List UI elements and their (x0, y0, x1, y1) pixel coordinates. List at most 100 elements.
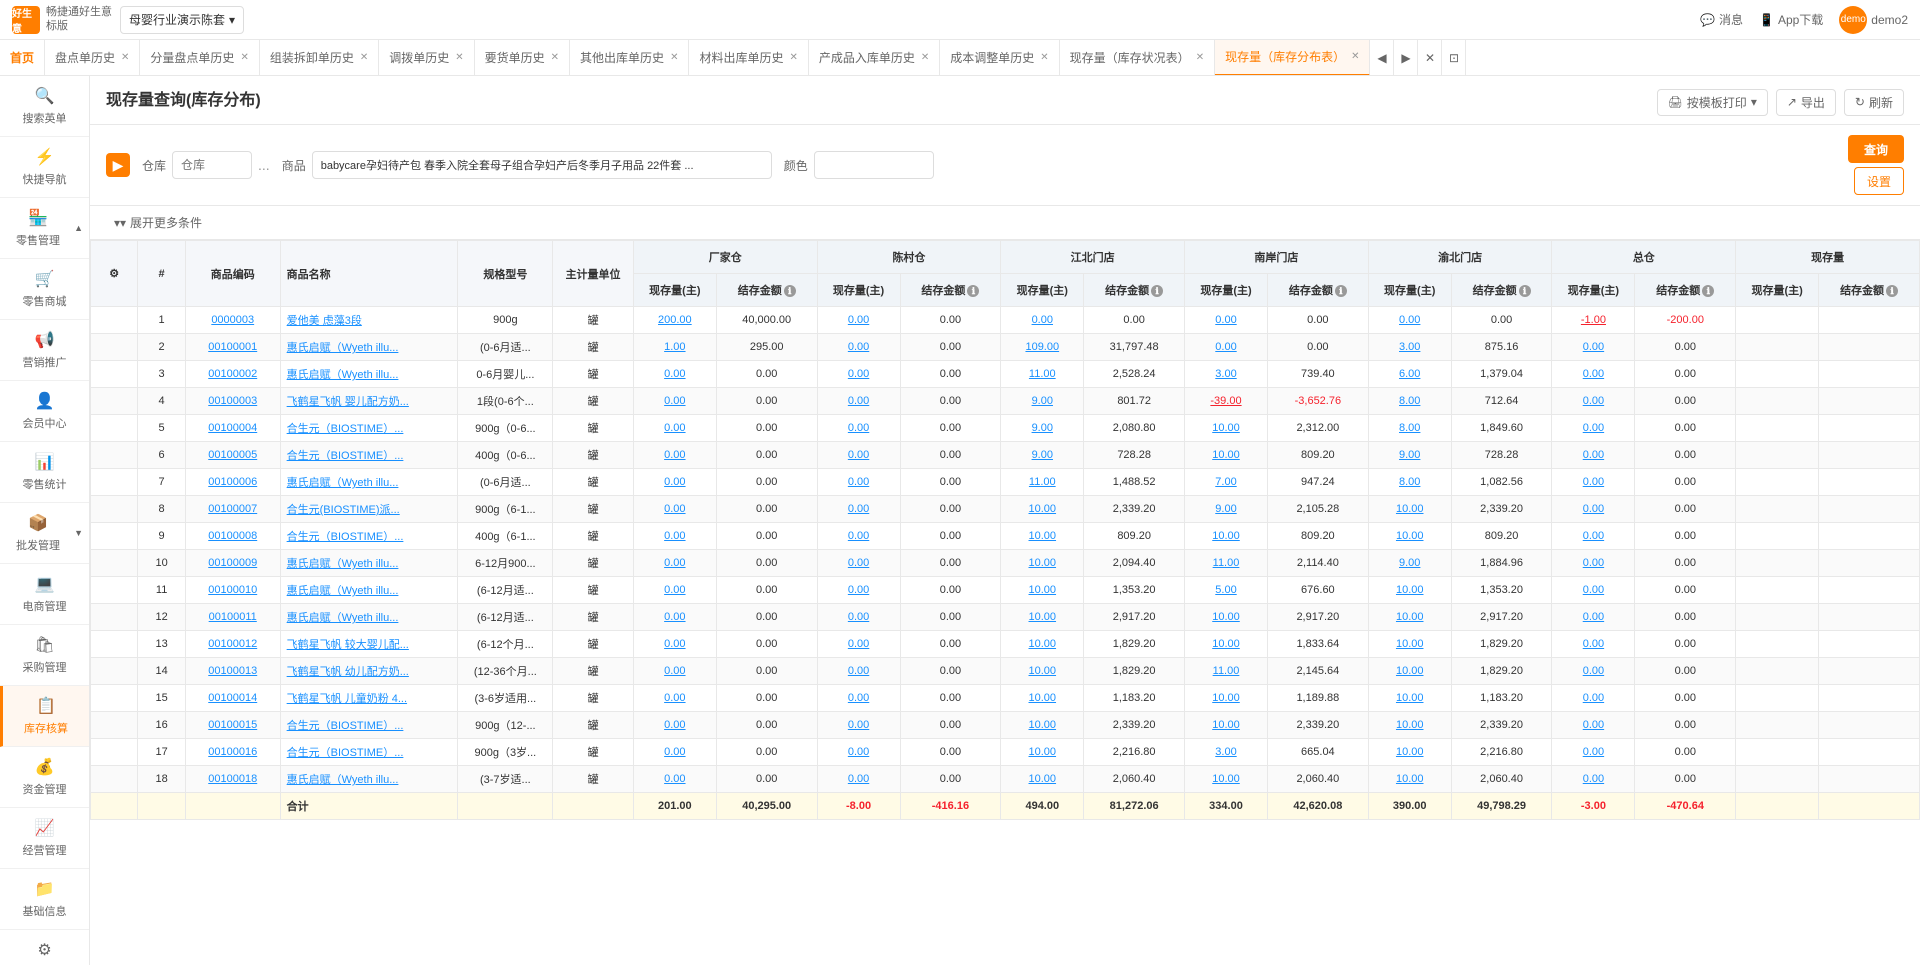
tab-home[interactable]: 首页 (0, 40, 45, 76)
product-code-cell[interactable]: 00100005 (185, 442, 280, 469)
product-name-cell[interactable]: 飞鹤星飞帆 较大婴儿配... (280, 631, 458, 658)
tab-otherout[interactable]: 其他出库单历史 ✕ (570, 40, 689, 76)
sidebar-item-search[interactable]: 🔍 搜索英单 (0, 76, 89, 137)
product-name-cell[interactable]: 惠氏启赋（Wyeth illu... (280, 577, 458, 604)
product-name-cell[interactable]: 惠氏启赋（Wyeth illu... (280, 766, 458, 793)
info-icon[interactable]: ℹ (1702, 285, 1714, 297)
product-input[interactable] (312, 151, 772, 179)
sidebar-item-finance[interactable]: 💰 资金管理 (0, 747, 89, 808)
sidebar-item-basics[interactable]: 📁 基础信息 (0, 869, 89, 930)
warehouse-dots[interactable]: ... (258, 157, 270, 173)
close-icon[interactable]: ✕ (455, 52, 463, 63)
sidebar-item-inventory[interactable]: 📋 库存核算 (0, 686, 89, 747)
close-icon[interactable]: ✕ (1040, 52, 1048, 63)
sidebar-item-marketing[interactable]: 📢 营销推广 (0, 320, 89, 381)
product-name-cell[interactable]: 惠氏启赋（Wyeth illu... (280, 469, 458, 496)
search-button[interactable]: 查询 (1848, 135, 1904, 163)
close-icon[interactable]: ✕ (789, 52, 797, 63)
close-icon[interactable]: ✕ (551, 52, 559, 63)
product-code-cell[interactable]: 00100006 (185, 469, 280, 496)
sidebar-item-shortcut[interactable]: ⚡ 快捷导航 (0, 137, 89, 198)
tab-menu-button[interactable]: ⊡ (1442, 40, 1466, 76)
sidebar-item-retail-mgmt[interactable]: 🏪 零售管理 ▲ (0, 198, 89, 259)
product-code-cell[interactable]: 00100018 (185, 766, 280, 793)
product-code-cell[interactable]: 00100003 (185, 388, 280, 415)
info-icon[interactable]: ℹ (1886, 285, 1898, 297)
color-input[interactable] (814, 151, 934, 179)
tab-splitstock[interactable]: 分量盘点单历史 ✕ (140, 40, 259, 76)
sidebar-item-retail-stats[interactable]: 📊 零售统计 (0, 442, 89, 503)
product-code-cell[interactable]: 00100007 (185, 496, 280, 523)
info-icon[interactable]: ℹ (1151, 285, 1163, 297)
sidebar-item-wholesale[interactable]: 📦 批发管理 ▼ (0, 503, 89, 564)
print-button[interactable]: 🖨 按模板打印 ▾ (1657, 89, 1768, 116)
tab-next-button[interactable]: ▶ (1394, 40, 1418, 76)
tab-stockdist[interactable]: 现存量（库存分布表） ✕ (1215, 40, 1370, 76)
info-icon[interactable]: ℹ (1519, 285, 1531, 297)
product-code-cell[interactable]: 00100013 (185, 658, 280, 685)
product-name-cell[interactable]: 飞鹤星飞帆 婴儿配方奶... (280, 388, 458, 415)
tab-stocklist[interactable]: 盘点单历史 ✕ (45, 40, 140, 76)
tab-stockstatus[interactable]: 现存量（库存状况表） ✕ (1060, 40, 1215, 76)
sidebar-item-purchase[interactable]: 🛍 采购管理 (0, 625, 89, 686)
close-icon[interactable]: ✕ (670, 52, 678, 63)
product-code-cell[interactable]: 00100016 (185, 739, 280, 766)
close-icon[interactable]: ✕ (1196, 52, 1204, 63)
tab-allocation[interactable]: 调拨单历史 ✕ (379, 40, 474, 76)
close-icon[interactable]: ✕ (360, 52, 368, 63)
sidebar-item-system[interactable]: ⚙ 系统管理 (0, 930, 89, 965)
tab-productionin[interactable]: 产成品入库单历史 ✕ (809, 40, 940, 76)
product-code-cell[interactable]: 00100002 (185, 361, 280, 388)
info-icon[interactable]: ℹ (1335, 285, 1347, 297)
tab-combodisassemble[interactable]: 组装拆卸单历史 ✕ (260, 40, 379, 76)
product-name-cell[interactable]: 飞鹤星飞帆 幼儿配方奶... (280, 658, 458, 685)
app-download-button[interactable]: 📱 App下载 (1759, 11, 1823, 28)
product-code-cell[interactable]: 00100001 (185, 334, 280, 361)
tab-close-all-button[interactable]: ✕ (1418, 40, 1442, 76)
product-code-cell[interactable]: 0000003 (185, 307, 280, 334)
product-code-cell[interactable]: 00100014 (185, 685, 280, 712)
sidebar-item-ecommerce[interactable]: 💻 电商管理 (0, 564, 89, 625)
table-container[interactable]: ⚙ # 商品编码 商品名称 规格型号 主计量单位 厂家仓 陈村仓 江北门店 南岸… (90, 240, 1920, 965)
refresh-button[interactable]: ↻ 刷新 (1844, 89, 1904, 116)
sidebar-item-operations[interactable]: 📈 经营管理 (0, 808, 89, 869)
product-code-cell[interactable]: 00100008 (185, 523, 280, 550)
expand-conditions-button[interactable]: ▾▾ 展开更多条件 (106, 210, 1904, 235)
product-name-cell[interactable]: 爱他美 虑藻3段 (280, 307, 458, 334)
settings-button[interactable]: 设置 (1854, 167, 1904, 195)
product-name-cell[interactable]: 合生元（BIOSTIME）... (280, 415, 458, 442)
product-name-cell[interactable]: 惠氏启赋（Wyeth illu... (280, 550, 458, 577)
filter-toggle-button[interactable]: ▶ (106, 153, 130, 177)
close-icon[interactable]: ✕ (121, 52, 129, 63)
close-icon[interactable]: ✕ (240, 52, 248, 63)
tab-purchase[interactable]: 要货单历史 ✕ (475, 40, 570, 76)
close-icon[interactable]: ✕ (921, 52, 929, 63)
sidebar-item-member[interactable]: 👤 会员中心 (0, 381, 89, 442)
tab-costadjust[interactable]: 成本调整单历史 ✕ (940, 40, 1059, 76)
product-name-cell[interactable]: 惠氏启赋（Wyeth illu... (280, 604, 458, 631)
product-code-cell[interactable]: 00100004 (185, 415, 280, 442)
product-code-cell[interactable]: 00100009 (185, 550, 280, 577)
message-button[interactable]: 💬 消息 (1700, 11, 1743, 28)
product-code-cell[interactable]: 00100012 (185, 631, 280, 658)
user-menu[interactable]: demo demo2 (1839, 6, 1908, 34)
product-code-cell[interactable]: 00100010 (185, 577, 280, 604)
export-button[interactable]: ↗ 导出 (1776, 89, 1836, 116)
product-code-cell[interactable]: 00100011 (185, 604, 280, 631)
product-name-cell[interactable]: 合生元（BIOSTIME）... (280, 712, 458, 739)
sidebar-item-retail-store[interactable]: 🛒 零售商城 (0, 259, 89, 320)
tab-prev-button[interactable]: ◀ (1370, 40, 1394, 76)
product-name-cell[interactable]: 合生元(BIOSTIME)派... (280, 496, 458, 523)
product-name-cell[interactable]: 惠氏启赋（Wyeth illu... (280, 361, 458, 388)
industry-selector[interactable]: 母婴行业演示陈套 ▾ (120, 6, 244, 34)
product-name-cell[interactable]: 合生元（BIOSTIME）... (280, 523, 458, 550)
product-name-cell[interactable]: 合生元（BIOSTIME）... (280, 442, 458, 469)
close-icon[interactable]: ✕ (1351, 51, 1359, 62)
tab-materialout[interactable]: 材料出库单历史 ✕ (689, 40, 808, 76)
product-name-cell[interactable]: 合生元（BIOSTIME）... (280, 739, 458, 766)
settings-icon[interactable]: ⚙ (109, 268, 119, 280)
warehouse-input[interactable] (172, 151, 252, 179)
product-name-cell[interactable]: 惠氏启赋（Wyeth illu... (280, 334, 458, 361)
product-code-cell[interactable]: 00100015 (185, 712, 280, 739)
info-icon[interactable]: ℹ (967, 285, 979, 297)
